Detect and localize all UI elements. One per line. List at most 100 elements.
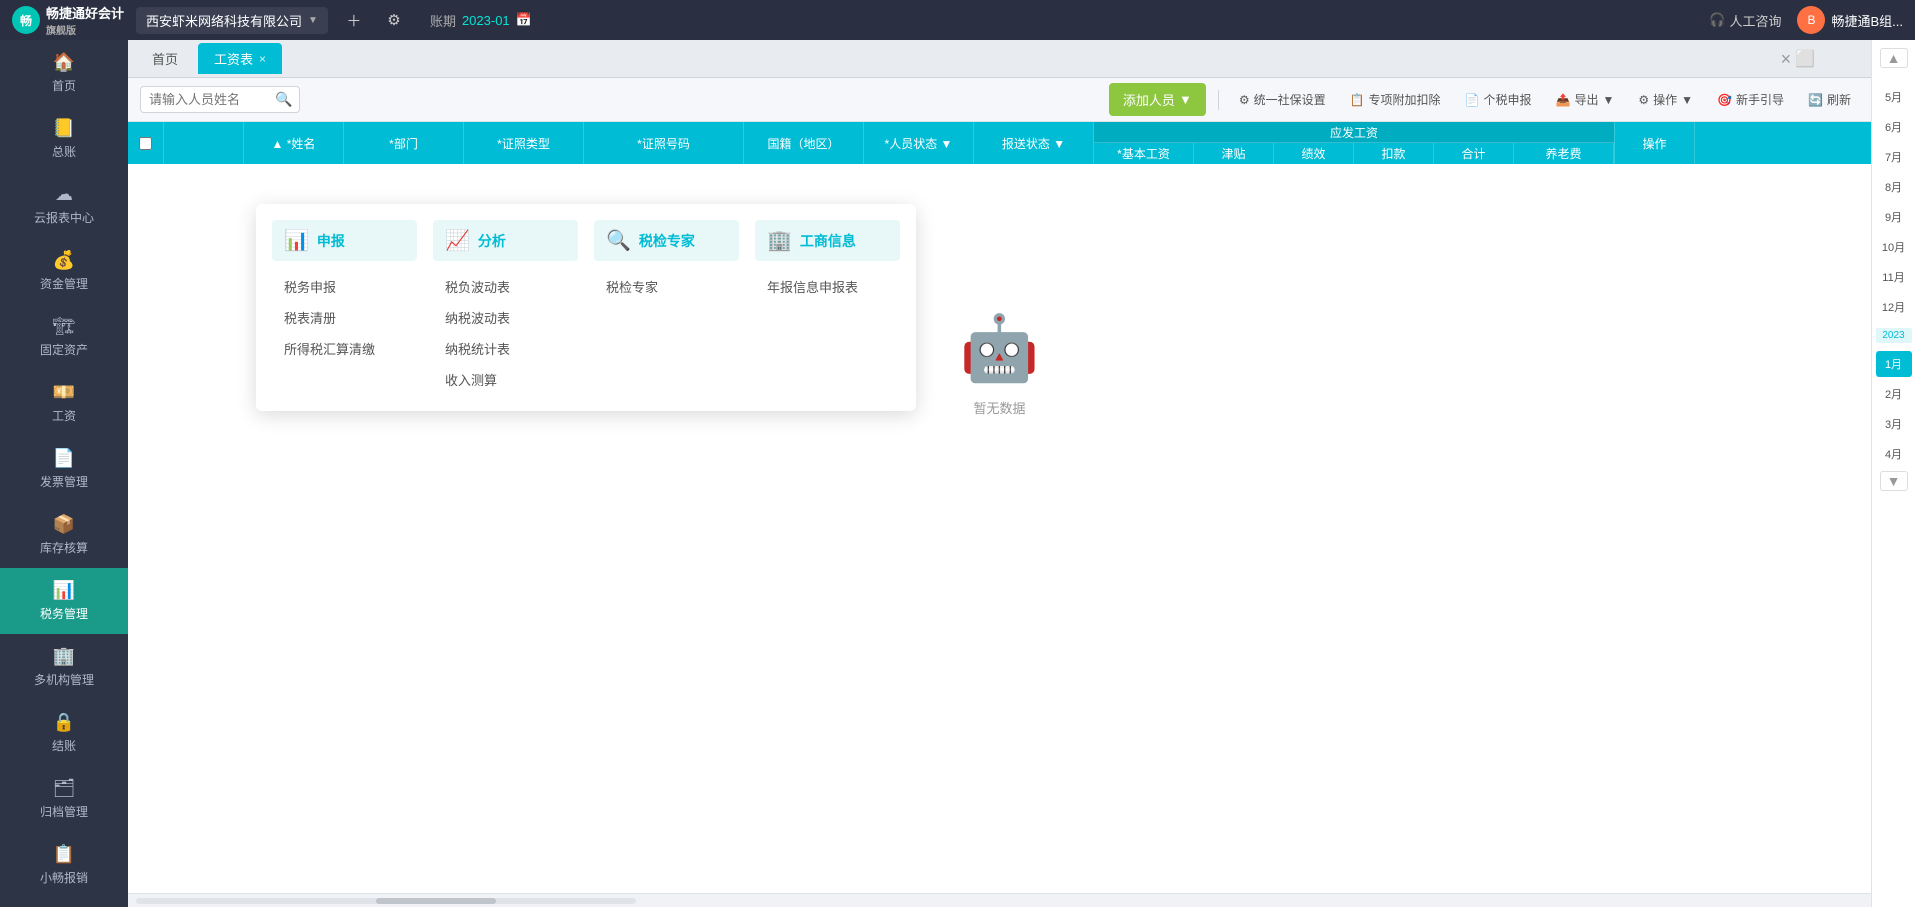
logo-icon: 畅	[12, 6, 40, 34]
export-btn[interactable]: 📤 导出 ▼	[1548, 87, 1623, 112]
tax-expert-icon: 🔍	[606, 228, 631, 253]
export-arrow: ▼	[1603, 93, 1615, 107]
sidebar-item-ledger[interactable]: 📒 总账	[0, 106, 128, 172]
menu-item-tax-table[interactable]: 税表清册	[272, 302, 417, 333]
sidebar-item-archive[interactable]: 🗂 归档管理	[0, 766, 128, 832]
th-ops: 操作	[1615, 122, 1695, 164]
menu-item-tax-check[interactable]: 税检专家	[594, 271, 739, 302]
company-selector[interactable]: 西安虾米网络科技有限公司 ▼	[136, 7, 328, 34]
user-avatar: B	[1797, 6, 1825, 34]
ops-btn[interactable]: ⚙ 操作 ▼	[1630, 87, 1701, 112]
add-person-btn[interactable]: 添加人员 ▼	[1109, 83, 1206, 116]
social-security-btn[interactable]: ⚙ 统一社保设置	[1231, 87, 1334, 112]
menu-item-tax-statistics[interactable]: 纳税统计表	[433, 333, 578, 364]
personal-tax-btn[interactable]: 📄 个税申报	[1457, 87, 1540, 112]
tab-salary-table[interactable]: 工资表 ×	[198, 43, 282, 74]
month-12[interactable]: 12月	[1876, 294, 1912, 320]
personal-tax-label: 个税申报	[1484, 91, 1532, 108]
menu-item-annual-report[interactable]: 年报信息申报表	[755, 271, 900, 302]
company-name: 西安虾米网络科技有限公司	[146, 11, 302, 30]
th-report-status[interactable]: 报送状态 ▼	[974, 122, 1094, 164]
menu-item-tax-declaration[interactable]: 税务申报	[272, 271, 417, 302]
tab-salary-label: 工资表	[214, 49, 253, 68]
search-icon: 🔍	[275, 91, 292, 108]
month-2[interactable]: 2月	[1876, 381, 1912, 407]
th-deduct: 扣款	[1354, 143, 1434, 164]
cloud-icon: ☁	[55, 184, 73, 205]
th-name[interactable]: ▲ *姓名	[244, 122, 344, 164]
month-7[interactable]: 7月	[1876, 144, 1912, 170]
th-checkbox[interactable]	[128, 122, 164, 164]
sidebar-item-multi-org[interactable]: 🏢 多机构管理	[0, 634, 128, 700]
menu-item-tax-burden[interactable]: 税负波动表	[433, 271, 578, 302]
menu-item-tax-payment[interactable]: 纳税波动表	[433, 302, 578, 333]
search-input[interactable]	[149, 92, 269, 107]
sidebar-item-inventory[interactable]: 📦 库存核算	[0, 502, 128, 568]
section-header-declaration: 📊 申报	[272, 220, 417, 261]
month-4[interactable]: 4月	[1876, 441, 1912, 467]
window-maximize-btn[interactable]: ⬜	[1795, 49, 1815, 69]
select-all-checkbox[interactable]	[139, 137, 152, 150]
th-status[interactable]: *人员状态 ▼	[864, 122, 974, 164]
sidebar-item-label: 工资	[52, 407, 76, 424]
month-5[interactable]: 5月	[1876, 84, 1912, 110]
panel-up-btn[interactable]: ▲	[1880, 48, 1908, 68]
sidebar-item-cloud[interactable]: ☁ 云报表中心	[0, 172, 128, 238]
special-deduct-btn[interactable]: 📋 专项附加扣除	[1342, 87, 1449, 112]
tax-icon: 📊	[53, 580, 75, 601]
horizontal-scrollbar[interactable]	[128, 893, 1871, 907]
window-close-btn[interactable]: ×	[1781, 49, 1792, 70]
sidebar-item-close-period[interactable]: 🔒 结账	[0, 700, 128, 766]
invoice-icon: 📄	[53, 448, 75, 469]
archive-icon: 🗂	[53, 778, 76, 799]
user-info[interactable]: B 畅捷通B组...	[1797, 6, 1903, 34]
company-dropdown-arrow: ▼	[308, 15, 318, 26]
tab-home[interactable]: 首页	[136, 43, 194, 74]
menu-item-income-forecast[interactable]: 收入测算	[433, 364, 578, 395]
guide-label: 新手引导	[1736, 91, 1784, 108]
analysis-icon: 📈	[445, 228, 470, 253]
dropdown-menu: 📊 申报 税务申报 税表清册 所得税汇算清缴 📈 分析 税负波动表 纳税波动表 …	[256, 204, 916, 411]
sidebar-item-invoice[interactable]: 📄 发票管理	[0, 436, 128, 502]
settings-icon[interactable]: ⚙	[380, 6, 408, 34]
ledger-icon: 📒	[53, 118, 75, 139]
month-11[interactable]: 11月	[1876, 264, 1912, 290]
refresh-btn[interactable]: 🔄 刷新	[1800, 87, 1859, 112]
scrollbar-thumb[interactable]	[376, 898, 496, 904]
sidebar-item-settings[interactable]: ⚙ 基础设置	[0, 898, 128, 907]
th-pension: 养老费	[1514, 143, 1614, 164]
special-deduct-icon: 📋	[1350, 93, 1365, 107]
tax-expert-title: 税检专家	[639, 231, 695, 251]
month-10[interactable]: 10月	[1876, 234, 1912, 260]
month-1[interactable]: 1月	[1876, 351, 1912, 377]
window-controls: × ⬜	[1773, 40, 1815, 78]
panel-down-btn[interactable]: ▼	[1880, 471, 1908, 491]
inventory-icon: 📦	[53, 514, 75, 535]
search-wrapper: 🔍	[140, 86, 300, 113]
sidebar-item-report[interactable]: 📋 小畅报销	[0, 832, 128, 898]
period-label: 账期	[430, 11, 456, 30]
special-deduct-label: 专项附加扣除	[1369, 91, 1441, 108]
sidebar: 🏠 首页 📒 总账 ☁ 云报表中心 💰 资金管理 🏗 固定资产 💴 工资 📄 发…	[0, 40, 128, 907]
sidebar-item-salary[interactable]: 💴 工资	[0, 370, 128, 436]
guide-btn[interactable]: 🎯 新手引导	[1709, 87, 1792, 112]
month-8[interactable]: 8月	[1876, 174, 1912, 200]
sidebar-item-tax[interactable]: 📊 税务管理	[0, 568, 128, 634]
menu-section-declaration: 📊 申报 税务申报 税表清册 所得税汇算清缴	[272, 220, 417, 395]
sidebar-item-label: 首页	[52, 77, 76, 94]
service-btn[interactable]: 🎧 人工咨询	[1709, 11, 1781, 30]
menu-item-income-tax-calc[interactable]: 所得税汇算清缴	[272, 333, 417, 364]
declaration-title: 申报	[317, 231, 345, 251]
sidebar-item-funds[interactable]: 💰 资金管理	[0, 238, 128, 304]
month-3[interactable]: 3月	[1876, 411, 1912, 437]
add-arrow: ▼	[1179, 92, 1192, 107]
sidebar-item-home[interactable]: 🏠 首页	[0, 40, 128, 106]
calendar-icon[interactable]: 📅	[516, 12, 532, 28]
sidebar-item-assets[interactable]: 🏗 固定资产	[0, 304, 128, 370]
sidebar-item-label: 归档管理	[40, 803, 88, 820]
tab-close-btn[interactable]: ×	[259, 52, 266, 66]
month-9[interactable]: 9月	[1876, 204, 1912, 230]
month-6[interactable]: 6月	[1876, 114, 1912, 140]
th-cert-type: *证照类型	[464, 122, 584, 164]
add-company-btn[interactable]: ＋	[340, 6, 368, 34]
